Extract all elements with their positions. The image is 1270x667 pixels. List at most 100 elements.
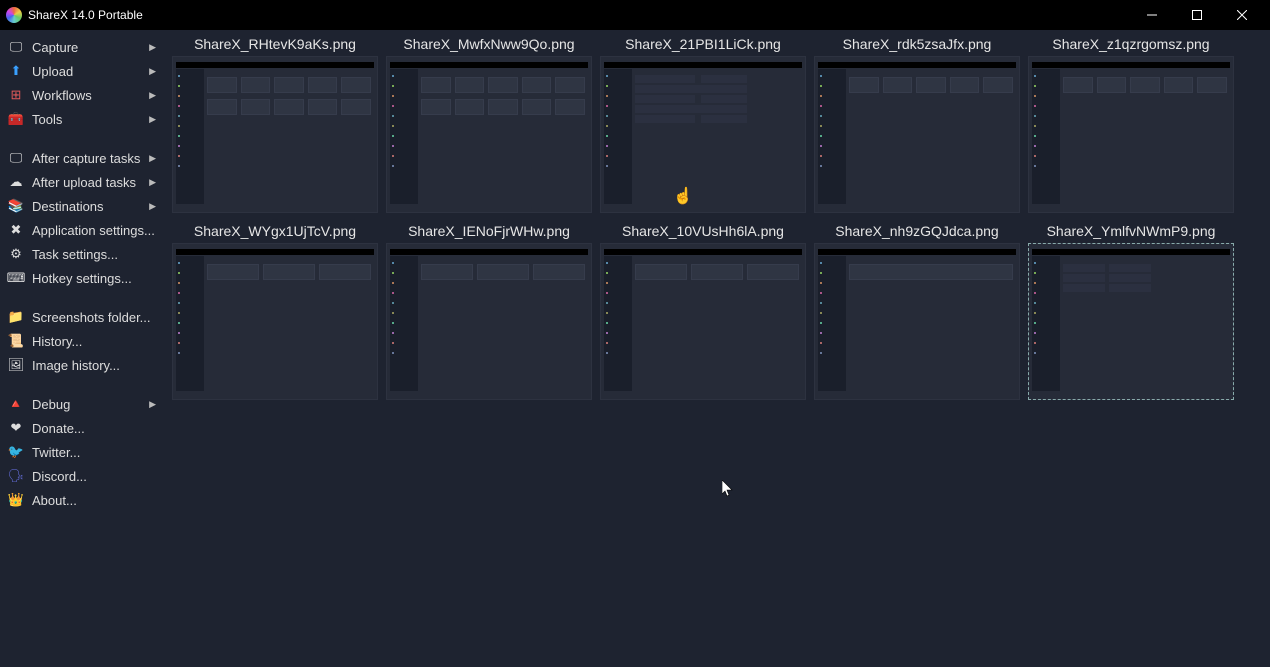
thumbnail-item[interactable]: ShareX_WYgx1UjTcV.png [172,223,378,400]
sidebar-item-label: About... [32,493,77,508]
thumbnail-image[interactable] [172,56,378,213]
sidebar-item-label: Task settings... [32,247,118,262]
sidebar-item-label: After capture tasks [32,151,140,166]
submenu-arrow-icon: ▶ [149,114,156,125]
debug-icon: 🔺 [8,396,24,412]
submenu-arrow-icon: ▶ [149,42,156,53]
sidebar-item-about[interactable]: 👑 About... [0,488,164,512]
submenu-arrow-icon: ▶ [149,177,156,188]
sidebar: 🖵 Capture ▶ ⬆ Upload ▶ ⊞ Workflows ▶ 🧰 Tools ▶ 🖵 Afte… [0,30,164,667]
sidebar-item-workflows[interactable]: ⊞ Workflows ▶ [0,83,164,107]
thumbnail-item[interactable]: ShareX_rdk5zsaJfx.png [814,36,1020,213]
hotkey-settings-icon: ⌨ [8,270,24,286]
sidebar-item-after-capture-tasks[interactable]: 🖵 After capture tasks ▶ [0,146,164,170]
sidebar-item-label: Hotkey settings... [32,271,132,286]
workflows-icon: ⊞ [8,87,24,103]
destinations-icon: 📚 [8,198,24,214]
submenu-arrow-icon: ▶ [149,66,156,77]
maximize-button[interactable] [1174,0,1219,30]
sidebar-item-history[interactable]: 📜 History... [0,329,164,353]
sidebar-item-label: Debug [32,397,70,412]
sidebar-item-label: Upload [32,64,73,79]
thumbnail-image[interactable] [600,56,806,213]
sidebar-item-label: Screenshots folder... [32,310,151,325]
sidebar-item-hotkey-settings[interactable]: ⌨ Hotkey settings... [0,266,164,290]
thumbnail-item[interactable]: ShareX_21PBI1LiCk.png [600,36,806,213]
arrow-cursor-icon [722,480,734,501]
submenu-arrow-icon: ▶ [149,90,156,101]
sidebar-item-capture[interactable]: 🖵 Capture ▶ [0,35,164,59]
sidebar-item-label: Twitter... [32,445,80,460]
thumbnail-label: ShareX_IENoFjrWHw.png [408,223,570,239]
thumbnail-image[interactable] [600,243,806,400]
thumbnail-label: ShareX_WYgx1UjTcV.png [194,223,356,239]
thumbnail-item[interactable]: ShareX_nh9zGQJdca.png [814,223,1020,400]
discord-icon: 🗣 [8,468,24,484]
about-icon: 👑 [8,492,24,508]
sidebar-item-image-history[interactable]: 🖼 Image history... [0,353,164,377]
image-history-icon: 🖼 [8,357,24,373]
application-settings-icon: ✖ [8,222,24,238]
upload-icon: ⬆ [8,63,24,79]
sidebar-item-label: History... [32,334,82,349]
sidebar-item-label: Capture [32,40,78,55]
sidebar-item-destinations[interactable]: 📚 Destinations ▶ [0,194,164,218]
thumbnail-label: ShareX_rdk5zsaJfx.png [843,36,992,52]
thumbnail-item[interactable]: ShareX_MwfxNww9Qo.png [386,36,592,213]
sidebar-item-task-settings[interactable]: ⚙Task settings... [0,242,164,266]
after-upload-tasks-icon: ☁ [8,174,24,190]
sidebar-item-application-settings[interactable]: ✖ Application settings... [0,218,164,242]
donate-icon: ❤ [8,420,24,436]
sidebar-item-upload[interactable]: ⬆ Upload ▶ [0,59,164,83]
minimize-button[interactable] [1129,0,1174,30]
thumbnail-grid: ShareX_RHtevK9aKs.png ShareX_MwfxNww9Qo.p… [172,36,1262,400]
close-button[interactable] [1219,0,1264,30]
sidebar-item-label: Tools [32,112,62,127]
thumbnail-image[interactable] [814,56,1020,213]
thumbnail-item[interactable]: ShareX_z1qzrgomsz.png [1028,36,1234,213]
thumbnail-image[interactable] [386,56,592,213]
sidebar-item-label: Application settings... [32,223,155,238]
thumbnail-label: ShareX_RHtevK9aKs.png [194,36,356,52]
sidebar-item-label: Discord... [32,469,87,484]
content-area: ShareX_RHtevK9aKs.png ShareX_MwfxNww9Qo.p… [164,30,1270,667]
thumbnail-label: ShareX_YmlfvNWmP9.png [1047,223,1216,239]
submenu-arrow-icon: ▶ [149,153,156,164]
sidebar-item-label: Workflows [32,88,92,103]
thumbnail-image[interactable] [1028,243,1234,400]
thumbnail-item[interactable]: ShareX_10VUsHh6lA.png [600,223,806,400]
sidebar-item-donate[interactable]: ❤ Donate... [0,416,164,440]
submenu-arrow-icon: ▶ [149,201,156,212]
titlebar: ShareX 14.0 Portable [0,0,1270,30]
twitter-icon: 🐦 [8,444,24,460]
history-icon: 📜 [8,333,24,349]
thumbnail-image[interactable] [814,243,1020,400]
tools-icon: 🧰 [8,111,24,127]
submenu-arrow-icon: ▶ [149,399,156,410]
thumbnail-item[interactable]: ShareX_RHtevK9aKs.png [172,36,378,213]
thumbnail-label: ShareX_21PBI1LiCk.png [625,36,781,52]
sidebar-item-after-upload-tasks[interactable]: ☁ After upload tasks ▶ [0,170,164,194]
sidebar-item-label: Image history... [32,358,120,373]
thumbnail-item[interactable]: ShareX_IENoFjrWHw.png [386,223,592,400]
sidebar-item-tools[interactable]: 🧰 Tools ▶ [0,107,164,131]
sidebar-item-debug[interactable]: 🔺 Debug ▶ [0,392,164,416]
thumbnail-image[interactable] [1028,56,1234,213]
sidebar-item-screenshots-folder[interactable]: 📁 Screenshots folder... [0,305,164,329]
sidebar-item-twitter[interactable]: 🐦 Twitter... [0,440,164,464]
thumbnail-image[interactable] [386,243,592,400]
thumbnail-item[interactable]: ShareX_YmlfvNWmP9.png [1028,223,1234,400]
thumbnail-label: ShareX_z1qzrgomsz.png [1052,36,1209,52]
thumbnail-label: ShareX_MwfxNww9Qo.png [403,36,574,52]
sidebar-item-label: Destinations [32,199,104,214]
sidebar-item-label: Donate... [32,421,85,436]
thumbnail-image[interactable] [172,243,378,400]
thumbnail-label: ShareX_nh9zGQJdca.png [835,223,998,239]
app-icon [6,7,22,23]
after-capture-tasks-icon: 🖵 [8,150,24,166]
capture-icon: 🖵 [8,39,24,55]
thumbnail-label: ShareX_10VUsHh6lA.png [622,223,784,239]
sidebar-item-label: After upload tasks [32,175,136,190]
sidebar-item-discord[interactable]: 🗣 Discord... [0,464,164,488]
screenshots-folder-icon: 📁 [8,309,24,325]
